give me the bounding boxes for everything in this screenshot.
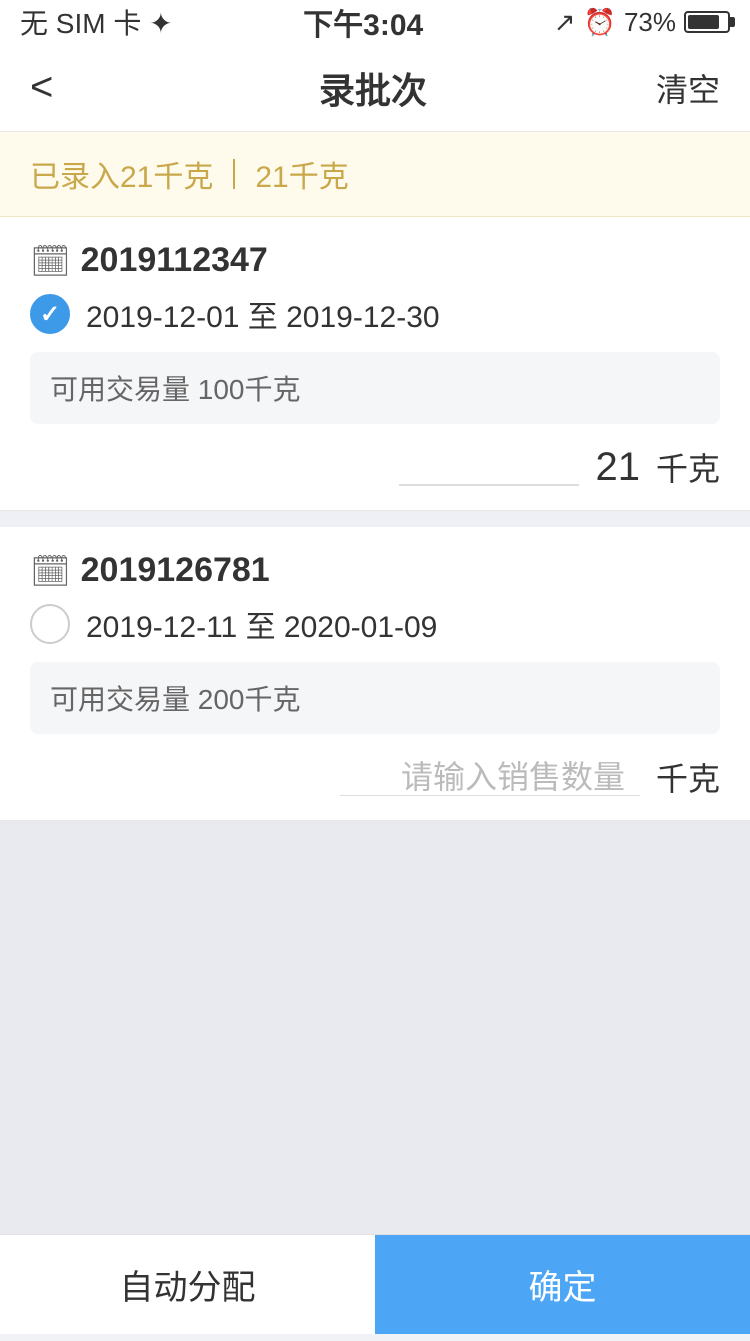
page-title: 录批次 [319,62,427,114]
clear-button[interactable]: 清空 [656,65,720,111]
batch2-icon: 🗓 [30,552,71,590]
batch1-row: 2019-12-01 至 2019-12-30 [30,292,720,336]
summary-label: 已录入21千克 [30,152,213,196]
batch2-id: 2019126781 [81,551,270,590]
batch1-id: 2019112347 [81,241,268,280]
batch-card-2: 🗓 2019126781 2019-12-11 至 2020-01-09 可用交… [0,527,750,734]
batch1-available: 可用交易量 100千克 [30,352,720,424]
batch1-amount-unit: 千克 [656,444,720,490]
status-right: ↗ ⏰ 73% [554,7,730,38]
status-time: 下午3:04 [303,0,423,44]
batch2-date: 2019-12-11 至 2020-01-09 [86,602,437,646]
summary-banner: 已录入21千克 21千克 [0,132,750,217]
sim-label: 无 SIM 卡 ✦ [20,2,173,42]
battery-icon [684,11,730,33]
batch2-input-row: 千克 [0,734,750,821]
batch1-radio[interactable] [30,294,70,334]
confirm-button[interactable]: 确定 [375,1235,750,1334]
batch1-amount-value[interactable]: 21 [595,445,640,490]
qty-input[interactable] [340,759,640,796]
batch2-available: 可用交易量 200千克 [30,662,720,734]
batch-card-1: 🗓 2019112347 2019-12-01 至 2019-12-30 可用交… [0,217,750,424]
qty-input-wrapper [340,759,640,796]
batch1-icon: 🗓 [30,242,71,280]
summary-divider [233,159,235,189]
batch2-radio[interactable] [30,604,70,644]
auto-distribute-button[interactable]: 自动分配 [0,1235,375,1334]
location-icon: ↗ [554,7,576,38]
bottom-bar: 自动分配 确定 [0,1234,750,1334]
gray-area [0,821,750,1241]
summary-value: 21千克 [255,152,348,196]
battery-percent: 73% [624,7,676,38]
batch1-date: 2019-12-01 至 2019-12-30 [86,292,440,336]
batch1-header: 🗓 2019112347 [30,241,720,280]
status-left: 无 SIM 卡 ✦ [20,2,173,42]
nav-bar: < 录批次 清空 [0,44,750,132]
input-underline [340,795,640,796]
batch1-amount-row: 21 千克 [0,424,750,511]
batch2-header: 🗓 2019126781 [30,551,720,590]
back-button[interactable]: < [30,65,90,110]
batch2-row: 2019-12-11 至 2020-01-09 [30,602,720,646]
card-divider [0,511,750,527]
batch2-unit: 千克 [656,754,720,800]
status-bar: 无 SIM 卡 ✦ 下午3:04 ↗ ⏰ 73% [0,0,750,44]
amount-underline [399,484,579,486]
main-content: 🗓 2019112347 2019-12-01 至 2019-12-30 可用交… [0,217,750,1341]
alarm-icon: ⏰ [584,7,616,38]
